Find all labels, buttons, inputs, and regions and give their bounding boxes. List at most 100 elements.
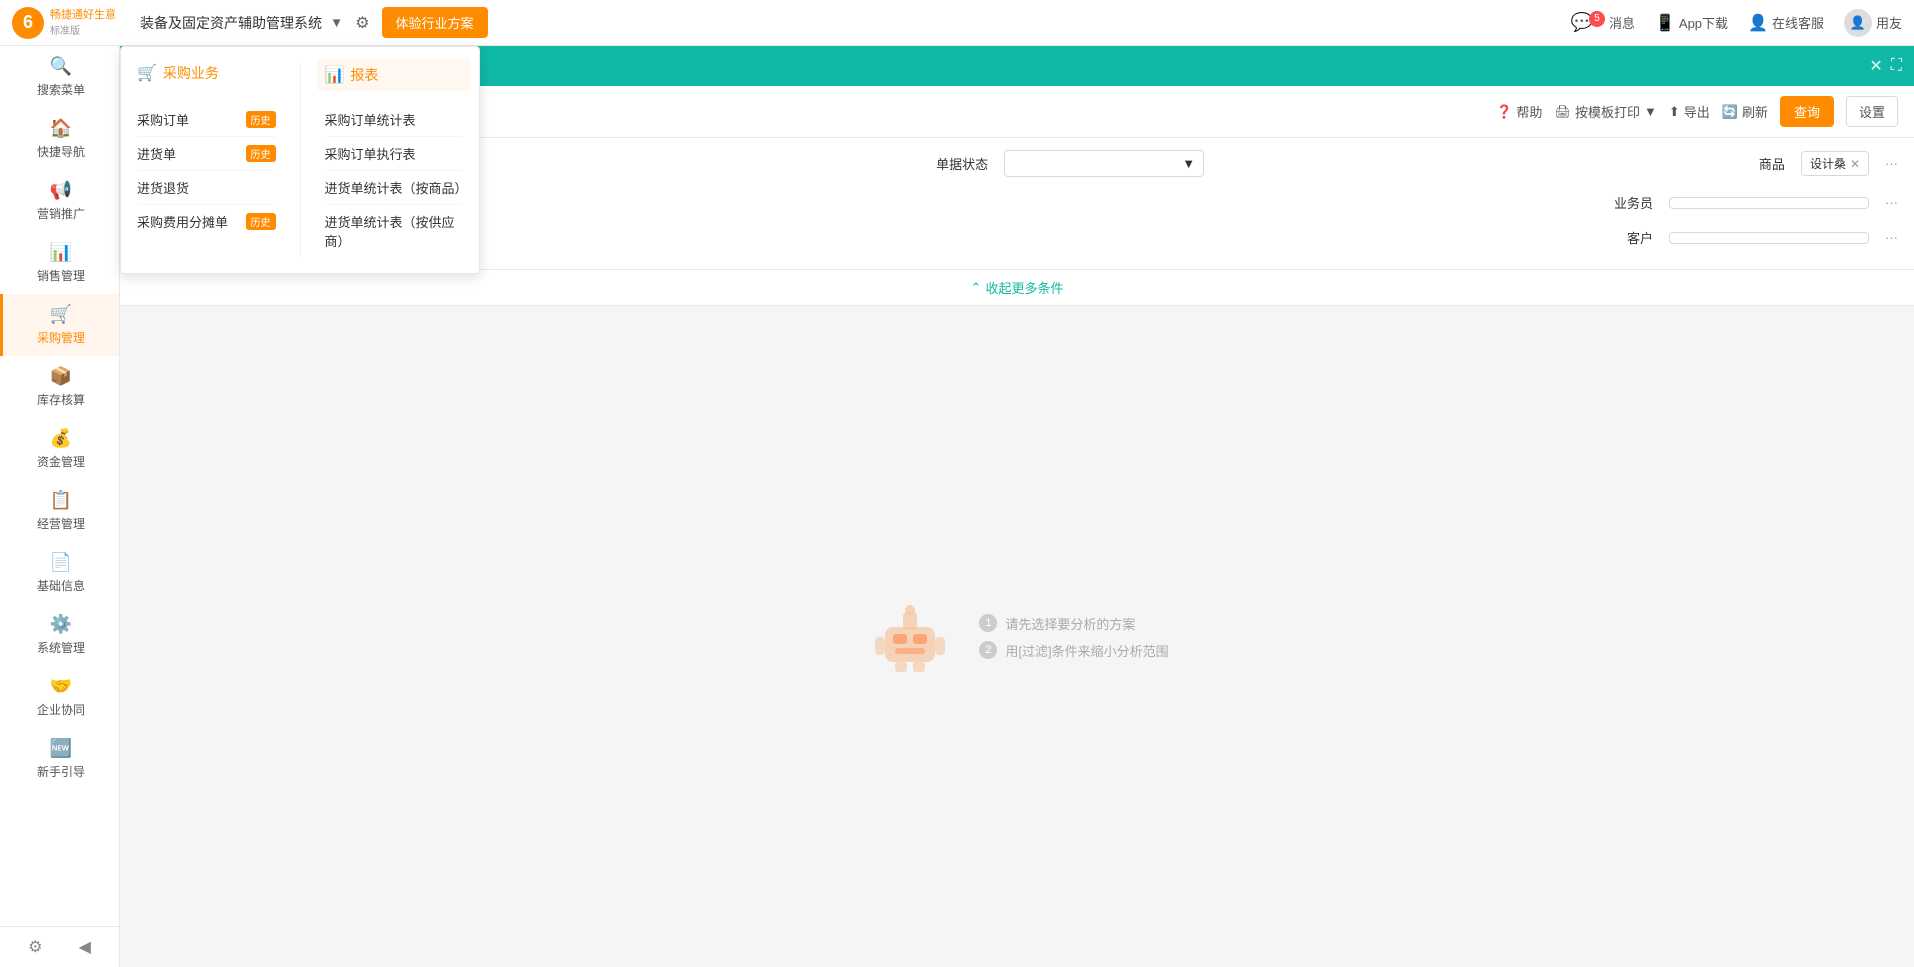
- app-download-btn[interactable]: 📱 App下载: [1655, 13, 1728, 33]
- system-title: 装备及固定资产辅助管理系统 ▼ ⚙: [140, 13, 370, 33]
- system-icon: ⚙️: [50, 614, 72, 635]
- print-btn[interactable]: 🖨 按模板打印 ▼: [1554, 102, 1656, 121]
- dropdown-item-report-1[interactable]: 采购订单执行表: [325, 137, 464, 171]
- logo-area: 6 畅捷通好生意 标准版: [12, 7, 132, 39]
- history-badge-3[interactable]: 历史: [246, 213, 276, 230]
- search-icon: 🔍: [50, 56, 72, 77]
- sales-icon: 📊: [50, 242, 72, 263]
- operation-icon: 📋: [50, 490, 72, 511]
- print-icon: 🖨: [1554, 104, 1571, 120]
- empty-hints: 1 请先选择要分析的方案 2 用[过滤]条件来缩小分析范围: [979, 614, 1168, 660]
- finance-icon: 💰: [50, 428, 72, 449]
- status-select[interactable]: ▼: [1004, 150, 1204, 177]
- collapse-btn[interactable]: ⌃ 收起更多条件: [971, 278, 1064, 297]
- sidebar-item-finance[interactable]: 💰 资金管理: [0, 418, 119, 480]
- purchase-col-title: 🛒 采购业务: [137, 63, 276, 91]
- dropdown-item-report-0[interactable]: 采购订单统计表: [325, 103, 464, 137]
- goods-label: 商品: [1759, 154, 1785, 173]
- tab-expand-btn[interactable]: ⛶: [1891, 57, 1902, 75]
- sidebar-item-guide[interactable]: 🆕 新手引导: [0, 728, 119, 790]
- sidebar-item-marketing[interactable]: 📢 营销推广: [0, 170, 119, 232]
- user-avatar: 👤: [1844, 9, 1872, 37]
- purchase-icon: 🛒: [50, 304, 72, 325]
- goods-more-btn[interactable]: ···: [1885, 156, 1898, 171]
- sidebar-item-quick[interactable]: 🏠 快捷导航: [0, 108, 119, 170]
- tab-close-all-btn[interactable]: ✕: [1869, 56, 1882, 76]
- export-btn[interactable]: ⬆ 导出: [1669, 102, 1710, 121]
- customer-label: 客户: [1627, 228, 1653, 247]
- salesman-label: 业务员: [1614, 193, 1653, 212]
- print-dropdown-icon: ▼: [1644, 104, 1657, 119]
- purchase-col: 🛒 采购业务 采购订单 历史 进货单 历史 进货退货 采购费用分摊单 历史: [137, 63, 276, 257]
- dropdown-item-purchase-order[interactable]: 采购订单 历史: [137, 103, 276, 137]
- refresh-btn[interactable]: 🔄 刷新: [1722, 102, 1768, 121]
- user-menu[interactable]: 👤 用友: [1844, 9, 1902, 37]
- sidebar-bottom: ⚙ ◀: [0, 926, 119, 967]
- dropdown-item-report-2[interactable]: 进货单统计表（按商品）: [325, 171, 464, 205]
- status-label: 单据状态: [936, 154, 988, 173]
- hint-num-1: 1: [979, 614, 997, 632]
- sidebar-item-purchase[interactable]: 🛒 采购管理: [0, 294, 119, 356]
- marketing-icon: 📢: [50, 180, 72, 201]
- industry-btn[interactable]: 体验行业方案: [382, 7, 488, 38]
- salesman-more-btn[interactable]: ···: [1885, 195, 1898, 210]
- history-badge-0[interactable]: 历史: [246, 111, 276, 128]
- dropdown-item-expense[interactable]: 采购费用分摊单 历史: [137, 205, 276, 238]
- logo-icon: 6: [12, 7, 44, 39]
- home-icon: 🏠: [50, 118, 72, 139]
- collapse-up-icon: ⌃: [971, 280, 982, 296]
- logo-text: 畅捷通好生意: [50, 8, 116, 22]
- goods-tag: 设计桑 ✕: [1801, 151, 1869, 176]
- dropdown-item-inbound[interactable]: 进货单 历史: [137, 137, 276, 171]
- sidebar-item-search[interactable]: 🔍 搜索菜单: [0, 46, 119, 108]
- top-header: 6 畅捷通好生意 标准版 装备及固定资产辅助管理系统 ▼ ⚙ 体验行业方案 💬 …: [0, 0, 1914, 46]
- dropdown-item-return[interactable]: 进货退货: [137, 171, 276, 205]
- help-btn[interactable]: ❓ 帮助: [1496, 102, 1542, 121]
- logo-sub: 标准版: [50, 22, 116, 37]
- sidebar-settings-btn[interactable]: ⚙: [28, 937, 42, 957]
- tab-bar-right: ✕ ⛶: [1869, 56, 1910, 76]
- goods-tag-close[interactable]: ✕: [1850, 157, 1860, 171]
- customer-select[interactable]: [1669, 232, 1869, 244]
- purchase-dropdown-menu: 🛒 采购业务 采购订单 历史 进货单 历史 进货退货 采购费用分摊单 历史 📊 …: [120, 46, 480, 274]
- empty-illustration: [865, 592, 955, 682]
- history-badge-1[interactable]: 历史: [246, 145, 276, 162]
- report-col-title: 📊 报表: [317, 59, 472, 91]
- sidebar-item-enterprise[interactable]: 🤝 企业协同: [0, 666, 119, 728]
- customer-more-btn[interactable]: ···: [1885, 230, 1898, 245]
- sidebar-item-system[interactable]: ⚙️ 系统管理: [0, 604, 119, 666]
- system-settings-btn[interactable]: ⚙: [355, 13, 369, 33]
- inventory-icon: 📦: [50, 366, 72, 387]
- salesman-select[interactable]: [1669, 197, 1869, 209]
- sidebar-item-sales[interactable]: 📊 销售管理: [0, 232, 119, 294]
- purchase-col-icon: 🛒: [137, 63, 157, 83]
- export-icon: ⬆: [1669, 104, 1680, 120]
- sidebar: 🔍 搜索菜单 🏠 快捷导航 📢 营销推广 📊 销售管理 🛒 采购管理 📦 库存核…: [0, 46, 120, 967]
- report-col-icon: 📊: [325, 65, 345, 85]
- empty-hint-1: 1 请先选择要分析的方案: [979, 614, 1168, 633]
- message-badge: 5: [1589, 11, 1605, 27]
- online-service-btn[interactable]: 👤 在线客服: [1748, 13, 1824, 33]
- collapse-row: ⌃ 收起更多条件: [120, 270, 1914, 306]
- empty-state: 1 请先选择要分析的方案 2 用[过滤]条件来缩小分析范围: [120, 306, 1914, 967]
- dropdown-item-report-3[interactable]: 进货单统计表（按供应商）: [325, 205, 464, 257]
- help-icon: ❓: [1496, 104, 1512, 120]
- sidebar-item-basic[interactable]: 📄 基础信息: [0, 542, 119, 604]
- dropdown-divider: [300, 63, 301, 257]
- empty-hint-2: 2 用[过滤]条件来缩小分析范围: [979, 641, 1168, 660]
- guide-icon: 🆕: [50, 738, 72, 759]
- sidebar-item-inventory[interactable]: 📦 库存核算: [0, 356, 119, 418]
- sidebar-item-operation[interactable]: 📋 经营管理: [0, 480, 119, 542]
- basic-icon: 📄: [50, 552, 72, 573]
- message-btn[interactable]: 💬 5 消息: [1571, 12, 1635, 33]
- hint-num-2: 2: [979, 641, 997, 659]
- refresh-icon: 🔄: [1722, 104, 1738, 120]
- sidebar-collapse-btn[interactable]: ◀: [79, 937, 91, 957]
- settings-config-btn[interactable]: 设置: [1846, 96, 1898, 127]
- report-col: 📊 报表 采购订单统计表 采购订单执行表 进货单统计表（按商品） 进货单统计表（…: [325, 63, 464, 257]
- chevron-down-icon: ▼: [1182, 156, 1195, 171]
- top-right: 💬 5 消息 📱 App下载 👤 在线客服 👤 用友: [1571, 9, 1902, 37]
- system-title-dropdown[interactable]: ▼: [330, 15, 343, 30]
- enterprise-icon: 🤝: [50, 676, 72, 697]
- query-btn[interactable]: 查询: [1780, 96, 1834, 127]
